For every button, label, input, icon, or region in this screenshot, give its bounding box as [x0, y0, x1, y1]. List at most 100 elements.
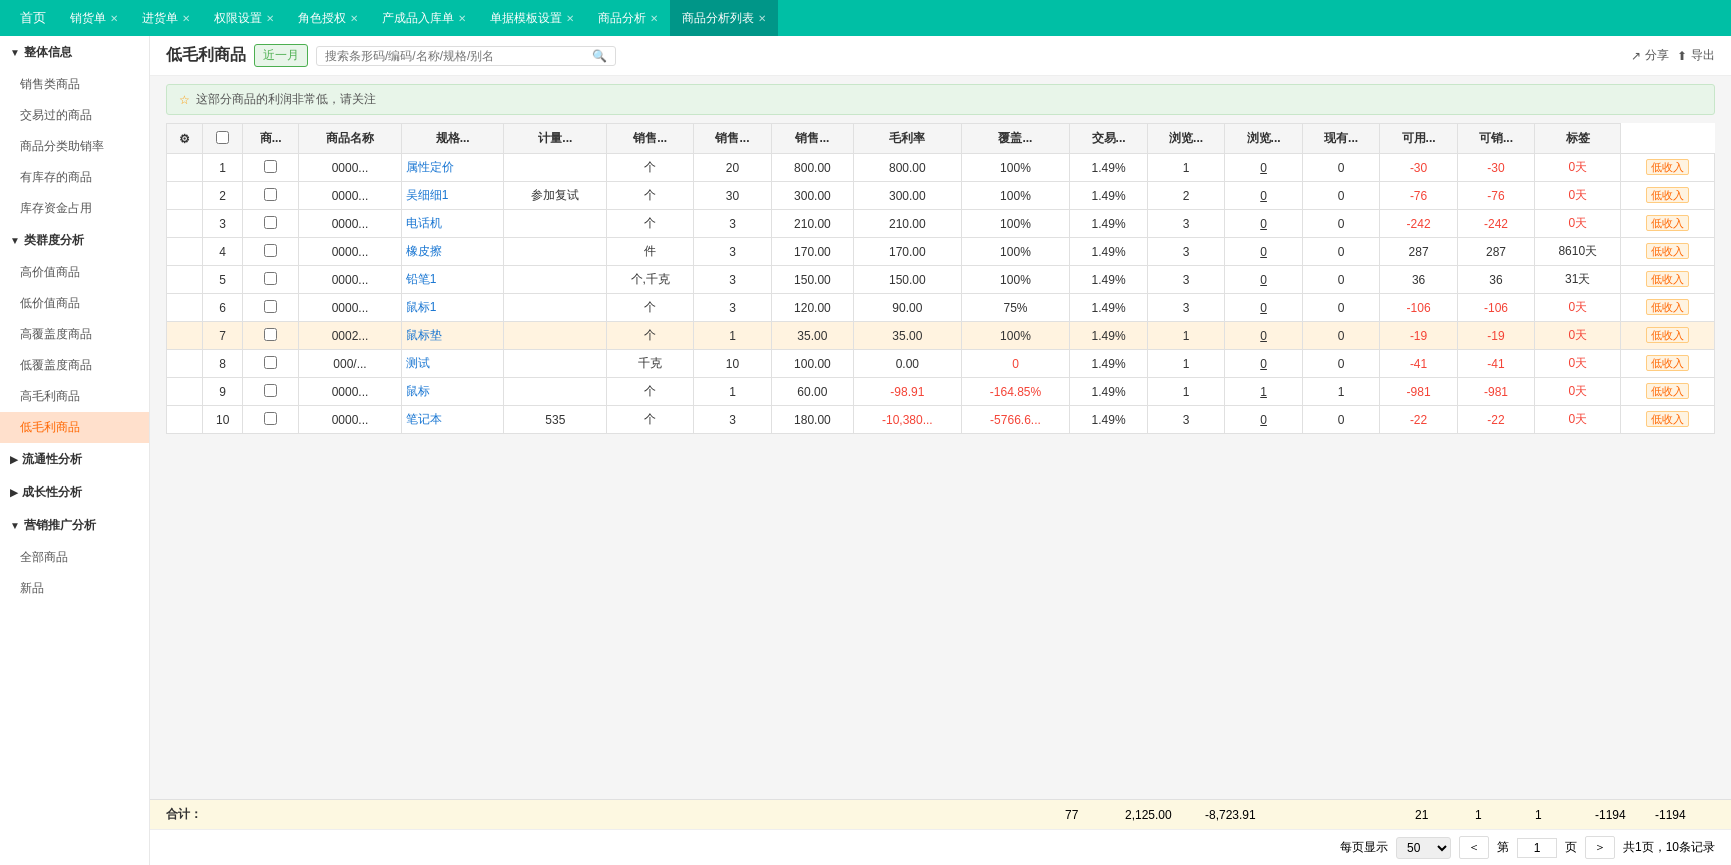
row-checkbox-4[interactable] [243, 266, 299, 294]
row-browse1-4[interactable]: 0 [1225, 266, 1302, 294]
sidebar-item-high-coverage[interactable]: 高覆盖度商品 [0, 319, 149, 350]
col-checkbox[interactable] [203, 124, 243, 154]
nav-purchase-close[interactable]: ✕ [182, 13, 190, 24]
nav-template-close[interactable]: ✕ [566, 13, 574, 24]
col-sales-profit[interactable]: 销售... [771, 124, 853, 154]
row-current-stock-7: -41 [1380, 350, 1457, 378]
row-name-4[interactable]: 铅笔1 [401, 266, 504, 294]
nav-product-analysis-list-close[interactable]: ✕ [758, 13, 766, 24]
row-sales-qty-9: 3 [694, 406, 771, 434]
row-name-1[interactable]: 吴细细1 [401, 182, 504, 210]
col-gross-margin[interactable]: 毛利率 [854, 124, 962, 154]
row-browse1-5[interactable]: 0 [1225, 294, 1302, 322]
sidebar-group-cluster[interactable]: ▼ 类群度分析 [0, 224, 149, 257]
row-browse1-7[interactable]: 0 [1225, 350, 1302, 378]
search-input[interactable] [325, 49, 588, 63]
row-checkbox-6[interactable] [243, 322, 299, 350]
col-current-stock[interactable]: 现有... [1302, 124, 1379, 154]
row-browse1-9[interactable]: 0 [1225, 406, 1302, 434]
nav-permission-close[interactable]: ✕ [266, 13, 274, 24]
nav-product-analysis[interactable]: 商品分析 ✕ [586, 0, 670, 36]
filter-button[interactable]: 近一月 [254, 44, 308, 67]
col-deal-count[interactable]: 交易... [1070, 124, 1148, 154]
row-num-8: 9 [203, 378, 243, 406]
row-checkbox-1[interactable] [243, 182, 299, 210]
sidebar-item-traded-products[interactable]: 交易过的商品 [0, 100, 149, 131]
col-settings[interactable]: ⚙ [167, 124, 203, 154]
col-sellable-days[interactable]: 可销... [1457, 124, 1534, 154]
row-checkbox-7[interactable] [243, 350, 299, 378]
export-button[interactable]: ⬆ 导出 [1677, 47, 1715, 64]
nav-role[interactable]: 角色授权 ✕ [286, 0, 370, 36]
row-checkbox-2[interactable] [243, 210, 299, 238]
row-checkbox-5[interactable] [243, 294, 299, 322]
row-name-7[interactable]: 测试 [401, 350, 504, 378]
per-page-select[interactable]: 50 100 [1396, 837, 1451, 859]
row-browse1-8[interactable]: 1 [1225, 378, 1302, 406]
table-container[interactable]: ⚙ 商... 商品名称 规格... 计量... 销售... 销售... 销售..… [150, 123, 1731, 799]
nav-product-analysis-list[interactable]: 商品分析列表 ✕ [670, 0, 778, 36]
nav-home[interactable]: 首页 [8, 0, 58, 36]
nav-product-in[interactable]: 产成品入库单 ✕ [370, 0, 478, 36]
row-browse1-0[interactable]: 0 [1225, 154, 1302, 182]
col-tag[interactable]: 标签 [1535, 124, 1621, 154]
col-browse2[interactable]: 浏览... [1225, 124, 1302, 154]
row-name-0[interactable]: 属性定价 [401, 154, 504, 182]
nav-product-analysis-close[interactable]: ✕ [650, 13, 658, 24]
page-footer: 每页显示 50 100 ＜ 第 页 ＞ 共1页，10条记录 [150, 829, 1731, 865]
sidebar-group-growth[interactable]: ▶ 成长性分析 [0, 476, 149, 509]
sidebar-item-sales-products[interactable]: 销售类商品 [0, 69, 149, 100]
row-deal-count-8: 1 [1147, 378, 1224, 406]
sidebar-item-stock-capital[interactable]: 库存资金占用 [0, 193, 149, 224]
row-sales-price-5: 120.00 [771, 294, 853, 322]
sidebar-item-all-products[interactable]: 全部商品 [0, 542, 149, 573]
sidebar-item-low-margin[interactable]: 低毛利商品 [0, 412, 149, 443]
select-all-checkbox[interactable] [216, 131, 229, 144]
sidebar-item-low-value[interactable]: 低价值商品 [0, 288, 149, 319]
sidebar-group-flow[interactable]: ▶ 流通性分析 [0, 443, 149, 476]
share-button[interactable]: ↗ 分享 [1631, 47, 1669, 64]
col-spec[interactable]: 规格... [401, 124, 504, 154]
sidebar-item-high-value[interactable]: 高价值商品 [0, 257, 149, 288]
prev-page-btn[interactable]: ＜ [1459, 836, 1489, 859]
sidebar-item-low-coverage[interactable]: 低覆盖度商品 [0, 350, 149, 381]
sidebar-group-overall[interactable]: ▼ 整体信息 [0, 36, 149, 69]
sidebar-item-new-products[interactable]: 新品 [0, 573, 149, 604]
row-name-6[interactable]: 鼠标垫 [401, 322, 504, 350]
row-name-3[interactable]: 橡皮擦 [401, 238, 504, 266]
next-page-btn[interactable]: ＞ [1585, 836, 1615, 859]
row-name-2[interactable]: 电话机 [401, 210, 504, 238]
col-browse1[interactable]: 浏览... [1147, 124, 1224, 154]
col-sales-price[interactable]: 销售... [694, 124, 771, 154]
row-name-8[interactable]: 鼠标 [401, 378, 504, 406]
sidebar-group-marketing[interactable]: ▼ 营销推广分析 [0, 509, 149, 542]
row-name-9[interactable]: 笔记本 [401, 406, 504, 434]
nav-sales[interactable]: 销货单 ✕ [58, 0, 130, 36]
nav-permission[interactable]: 权限设置 ✕ [202, 0, 286, 36]
nav-purchase[interactable]: 进货单 ✕ [130, 0, 202, 36]
sidebar-item-high-margin[interactable]: 高毛利商品 [0, 381, 149, 412]
row-browse1-2[interactable]: 0 [1225, 210, 1302, 238]
col-name[interactable]: 商品名称 [299, 124, 402, 154]
row-browse1-6[interactable]: 0 [1225, 322, 1302, 350]
row-browse1-3[interactable]: 0 [1225, 238, 1302, 266]
sidebar-item-instock-products[interactable]: 有库存的商品 [0, 162, 149, 193]
nav-role-close[interactable]: ✕ [350, 13, 358, 24]
search-icon[interactable]: 🔍 [592, 49, 607, 63]
col-sales-qty[interactable]: 销售... [607, 124, 694, 154]
col-code[interactable]: 商... [243, 124, 299, 154]
nav-sales-close[interactable]: ✕ [110, 13, 118, 24]
sidebar-item-category-rate[interactable]: 商品分类助销率 [0, 131, 149, 162]
nav-product-in-close[interactable]: ✕ [458, 13, 466, 24]
row-checkbox-3[interactable] [243, 238, 299, 266]
row-checkbox-0[interactable] [243, 154, 299, 182]
row-browse1-1[interactable]: 0 [1225, 182, 1302, 210]
page-number-input[interactable] [1517, 838, 1557, 858]
col-available-stock[interactable]: 可用... [1380, 124, 1457, 154]
row-name-5[interactable]: 鼠标1 [401, 294, 504, 322]
row-checkbox-8[interactable] [243, 378, 299, 406]
nav-template[interactable]: 单据模板设置 ✕ [478, 0, 586, 36]
col-coverage[interactable]: 覆盖... [961, 124, 1070, 154]
row-checkbox-9[interactable] [243, 406, 299, 434]
col-unit[interactable]: 计量... [504, 124, 607, 154]
